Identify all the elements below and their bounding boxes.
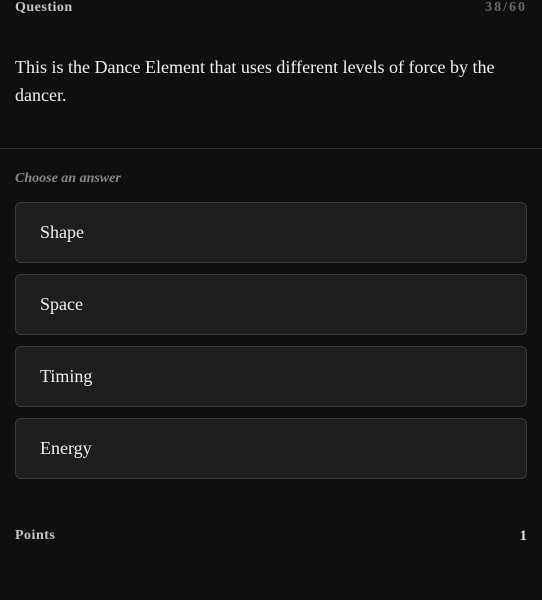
points-row: Points 1 [0,490,542,545]
question-label: Question [15,0,73,16]
question-progress: 38/60 [485,0,527,16]
question-text: This is the Dance Element that uses diff… [0,24,542,148]
option-space[interactable]: Space [15,274,527,335]
options-list: Shape Space Timing Energy [0,202,542,479]
choose-answer-label: Choose an answer [0,149,542,202]
option-shape[interactable]: Shape [15,202,527,263]
option-energy[interactable]: Energy [15,418,527,479]
points-label: Points [15,528,55,544]
points-value: 1 [520,528,528,545]
question-header: Question 38/60 [0,0,542,24]
option-timing[interactable]: Timing [15,346,527,407]
